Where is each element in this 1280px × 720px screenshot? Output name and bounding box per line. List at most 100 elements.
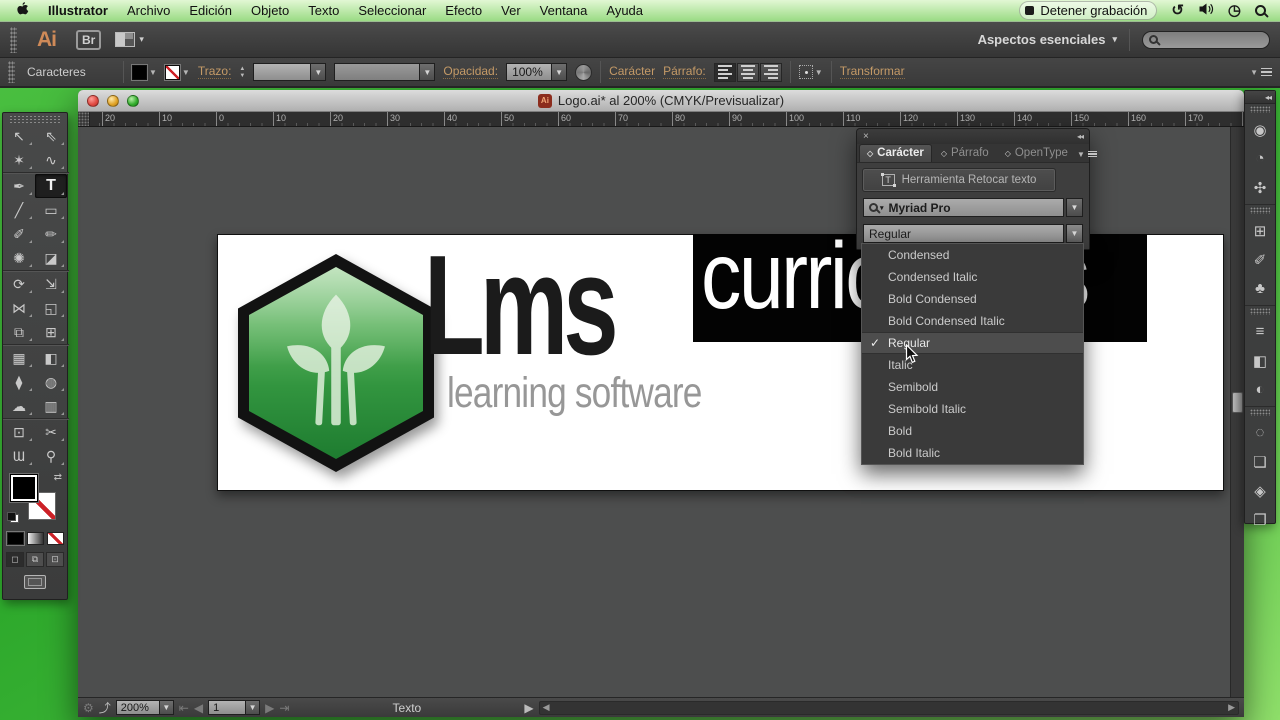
horizontal-scrollbar[interactable]: ◀ ▶	[538, 700, 1239, 715]
draw-normal-button[interactable]: ◻	[6, 552, 24, 567]
type-tool[interactable]: T	[35, 174, 67, 198]
stepper-up-icon[interactable]: ▲	[239, 66, 245, 72]
column-graph-tool[interactable]: ▥	[35, 394, 67, 418]
stroke-weight-link[interactable]: Trazo:	[197, 64, 232, 80]
font-family-dropdown[interactable]: ▼	[1066, 198, 1083, 217]
shape-builder-tool[interactable]: ⧉	[3, 320, 35, 344]
transparency-panel-icon[interactable]: ◐	[1245, 375, 1275, 404]
eyedropper-tool[interactable]: ⧫	[3, 370, 35, 394]
zoom-tool[interactable]: ⚲	[35, 444, 67, 468]
fill-color-box[interactable]	[10, 474, 38, 502]
lasso-tool[interactable]: ∿	[35, 148, 67, 172]
previous-artboard-button[interactable]: ◀	[194, 702, 203, 714]
style-option[interactable]: Semibold	[862, 376, 1083, 398]
artboards-panel-icon[interactable]: ❐	[1245, 505, 1275, 534]
fill-color-swatch[interactable]: ▼	[132, 64, 157, 80]
first-artboard-button[interactable]: ⇤	[179, 702, 189, 714]
status-expand-arrow[interactable]: ▶	[524, 702, 533, 714]
align-left-button[interactable]	[713, 62, 736, 82]
graphic-styles-panel-icon[interactable]: ❏	[1245, 447, 1275, 476]
export-icon[interactable]: ⤴	[99, 702, 111, 714]
menu-item[interactable]: Seleccionar	[358, 3, 426, 18]
apple-logo-icon[interactable]	[14, 1, 29, 20]
paragraph-panel-link[interactable]: Párrafo:	[663, 64, 706, 80]
gradient-tool[interactable]: ◧	[35, 346, 67, 370]
window-titlebar[interactable]: Ai Logo.ai* al 200% (CMYK/Previsualizar)	[78, 90, 1244, 112]
dock-grip[interactable]	[1250, 106, 1270, 113]
opacity-link[interactable]: Opacidad:	[443, 64, 499, 80]
vertical-scrollbar[interactable]	[1230, 127, 1244, 697]
arrange-documents-button[interactable]: ▾	[115, 32, 144, 47]
magic-wand-tool[interactable]: ✶	[3, 148, 35, 172]
opacity-field[interactable]: 100%	[506, 63, 553, 81]
workspace-switcher[interactable]: Aspectos esenciales ▾	[978, 32, 1117, 47]
style-option[interactable]: Bold Condensed	[862, 288, 1083, 310]
menu-item[interactable]: Objeto	[251, 3, 289, 18]
menu-item[interactable]: Illustrator	[48, 3, 108, 18]
width-profile-dropdown[interactable]: ▼	[420, 63, 436, 81]
font-family-field[interactable]: ▾ Myriad Pro	[863, 198, 1064, 217]
zoom-level-dropdown[interactable]: ▼	[159, 700, 174, 715]
panel-tab[interactable]: ◇ Carácter	[859, 144, 932, 162]
panel-tab[interactable]: ◇ OpenType	[998, 145, 1075, 162]
style-option[interactable]: Condensed	[862, 244, 1083, 266]
panel-menu-button[interactable]: ▼	[1077, 149, 1100, 162]
artboard-tool[interactable]: ⊡	[3, 420, 35, 444]
gradient-panel-icon[interactable]: ◧	[1245, 346, 1275, 375]
recording-indicator-icon[interactable]: ◷	[1228, 3, 1241, 18]
vertical-scroll-thumb[interactable]	[1232, 392, 1243, 413]
slice-tool[interactable]: ✂	[35, 420, 67, 444]
stroke-weight-dropdown[interactable]: ▼	[311, 63, 327, 81]
artboard-number-dropdown[interactable]: ▼	[246, 700, 261, 715]
menu-item[interactable]: Ventana	[540, 3, 588, 18]
style-option[interactable]: Condensed Italic	[862, 266, 1083, 288]
font-style-dropdown[interactable]: ▼	[1066, 224, 1083, 243]
reference-point-selector[interactable]: ▼	[798, 65, 823, 79]
screen-mode-button[interactable]	[24, 575, 46, 589]
volume-icon[interactable]	[1198, 2, 1214, 19]
draw-inside-button[interactable]: ⊡	[46, 552, 64, 567]
scroll-right-arrow[interactable]: ▶	[1228, 702, 1235, 713]
color-guide-panel-icon[interactable]: ◔	[1245, 144, 1275, 173]
color-panel-icon[interactable]: ◉	[1245, 115, 1275, 144]
width-tool[interactable]: ⋈	[3, 296, 35, 320]
stroke-weight-field[interactable]	[253, 63, 312, 81]
paintbrush-tool[interactable]: ✐	[3, 222, 35, 246]
brushes-panel-icon[interactable]: ✐	[1245, 245, 1275, 274]
hand-tool[interactable]: Ɯ	[3, 444, 35, 468]
tools-panel-grip[interactable]	[9, 115, 61, 123]
appearance-panel-icon[interactable]: ◌	[1245, 418, 1275, 447]
eraser-tool[interactable]: ◪	[35, 246, 67, 270]
scroll-left-arrow[interactable]: ◀	[543, 702, 550, 713]
blend-tool[interactable]: ◍	[35, 370, 67, 394]
pen-tool[interactable]: ✒	[3, 174, 35, 198]
free-transform-tool[interactable]: ◱	[35, 296, 67, 320]
recolor-artwork-icon[interactable]	[575, 63, 593, 81]
dock-grip[interactable]	[1250, 409, 1270, 416]
panel-close-button[interactable]: ×	[863, 131, 869, 142]
style-option[interactable]: Bold Condensed Italic	[862, 310, 1083, 332]
symbols-panel-icon[interactable]: ♣	[1245, 274, 1275, 303]
swatches-panel-icon[interactable]: ⊞	[1245, 216, 1275, 245]
settings-icon[interactable]: ⚙	[83, 702, 94, 714]
transform-panel-link[interactable]: Transformar	[839, 64, 905, 80]
default-fill-stroke-icon[interactable]	[7, 512, 19, 523]
gradient-mode-button[interactable]	[26, 532, 44, 545]
control-panel-menu-button[interactable]: ▼	[1250, 66, 1272, 79]
menu-item[interactable]: Edición	[189, 3, 232, 18]
align-center-button[interactable]	[736, 62, 759, 82]
style-option[interactable]: Semibold Italic	[862, 398, 1083, 420]
stroke-weight-stepper[interactable]: ▲ ▼	[239, 66, 245, 79]
direct-selection-tool[interactable]: ⇖	[35, 124, 67, 148]
pencil-tool[interactable]: ✏	[35, 222, 67, 246]
dock-grip[interactable]	[1250, 207, 1270, 214]
stop-recording-button[interactable]: Detener grabación	[1019, 1, 1158, 20]
touch-type-tool-button[interactable]: T Herramienta Retocar texto	[862, 168, 1056, 192]
menu-item[interactable]: Ver	[501, 3, 521, 18]
time-machine-icon[interactable]: ↺	[1171, 3, 1184, 18]
zoom-level-field[interactable]: 200%	[115, 700, 160, 715]
rotate-tool[interactable]: ⟳	[3, 272, 35, 296]
stroke-panel-icon[interactable]: ≡	[1245, 317, 1275, 346]
bridge-button[interactable]: Br	[76, 29, 102, 50]
draw-behind-button[interactable]: ⧉	[26, 552, 44, 567]
